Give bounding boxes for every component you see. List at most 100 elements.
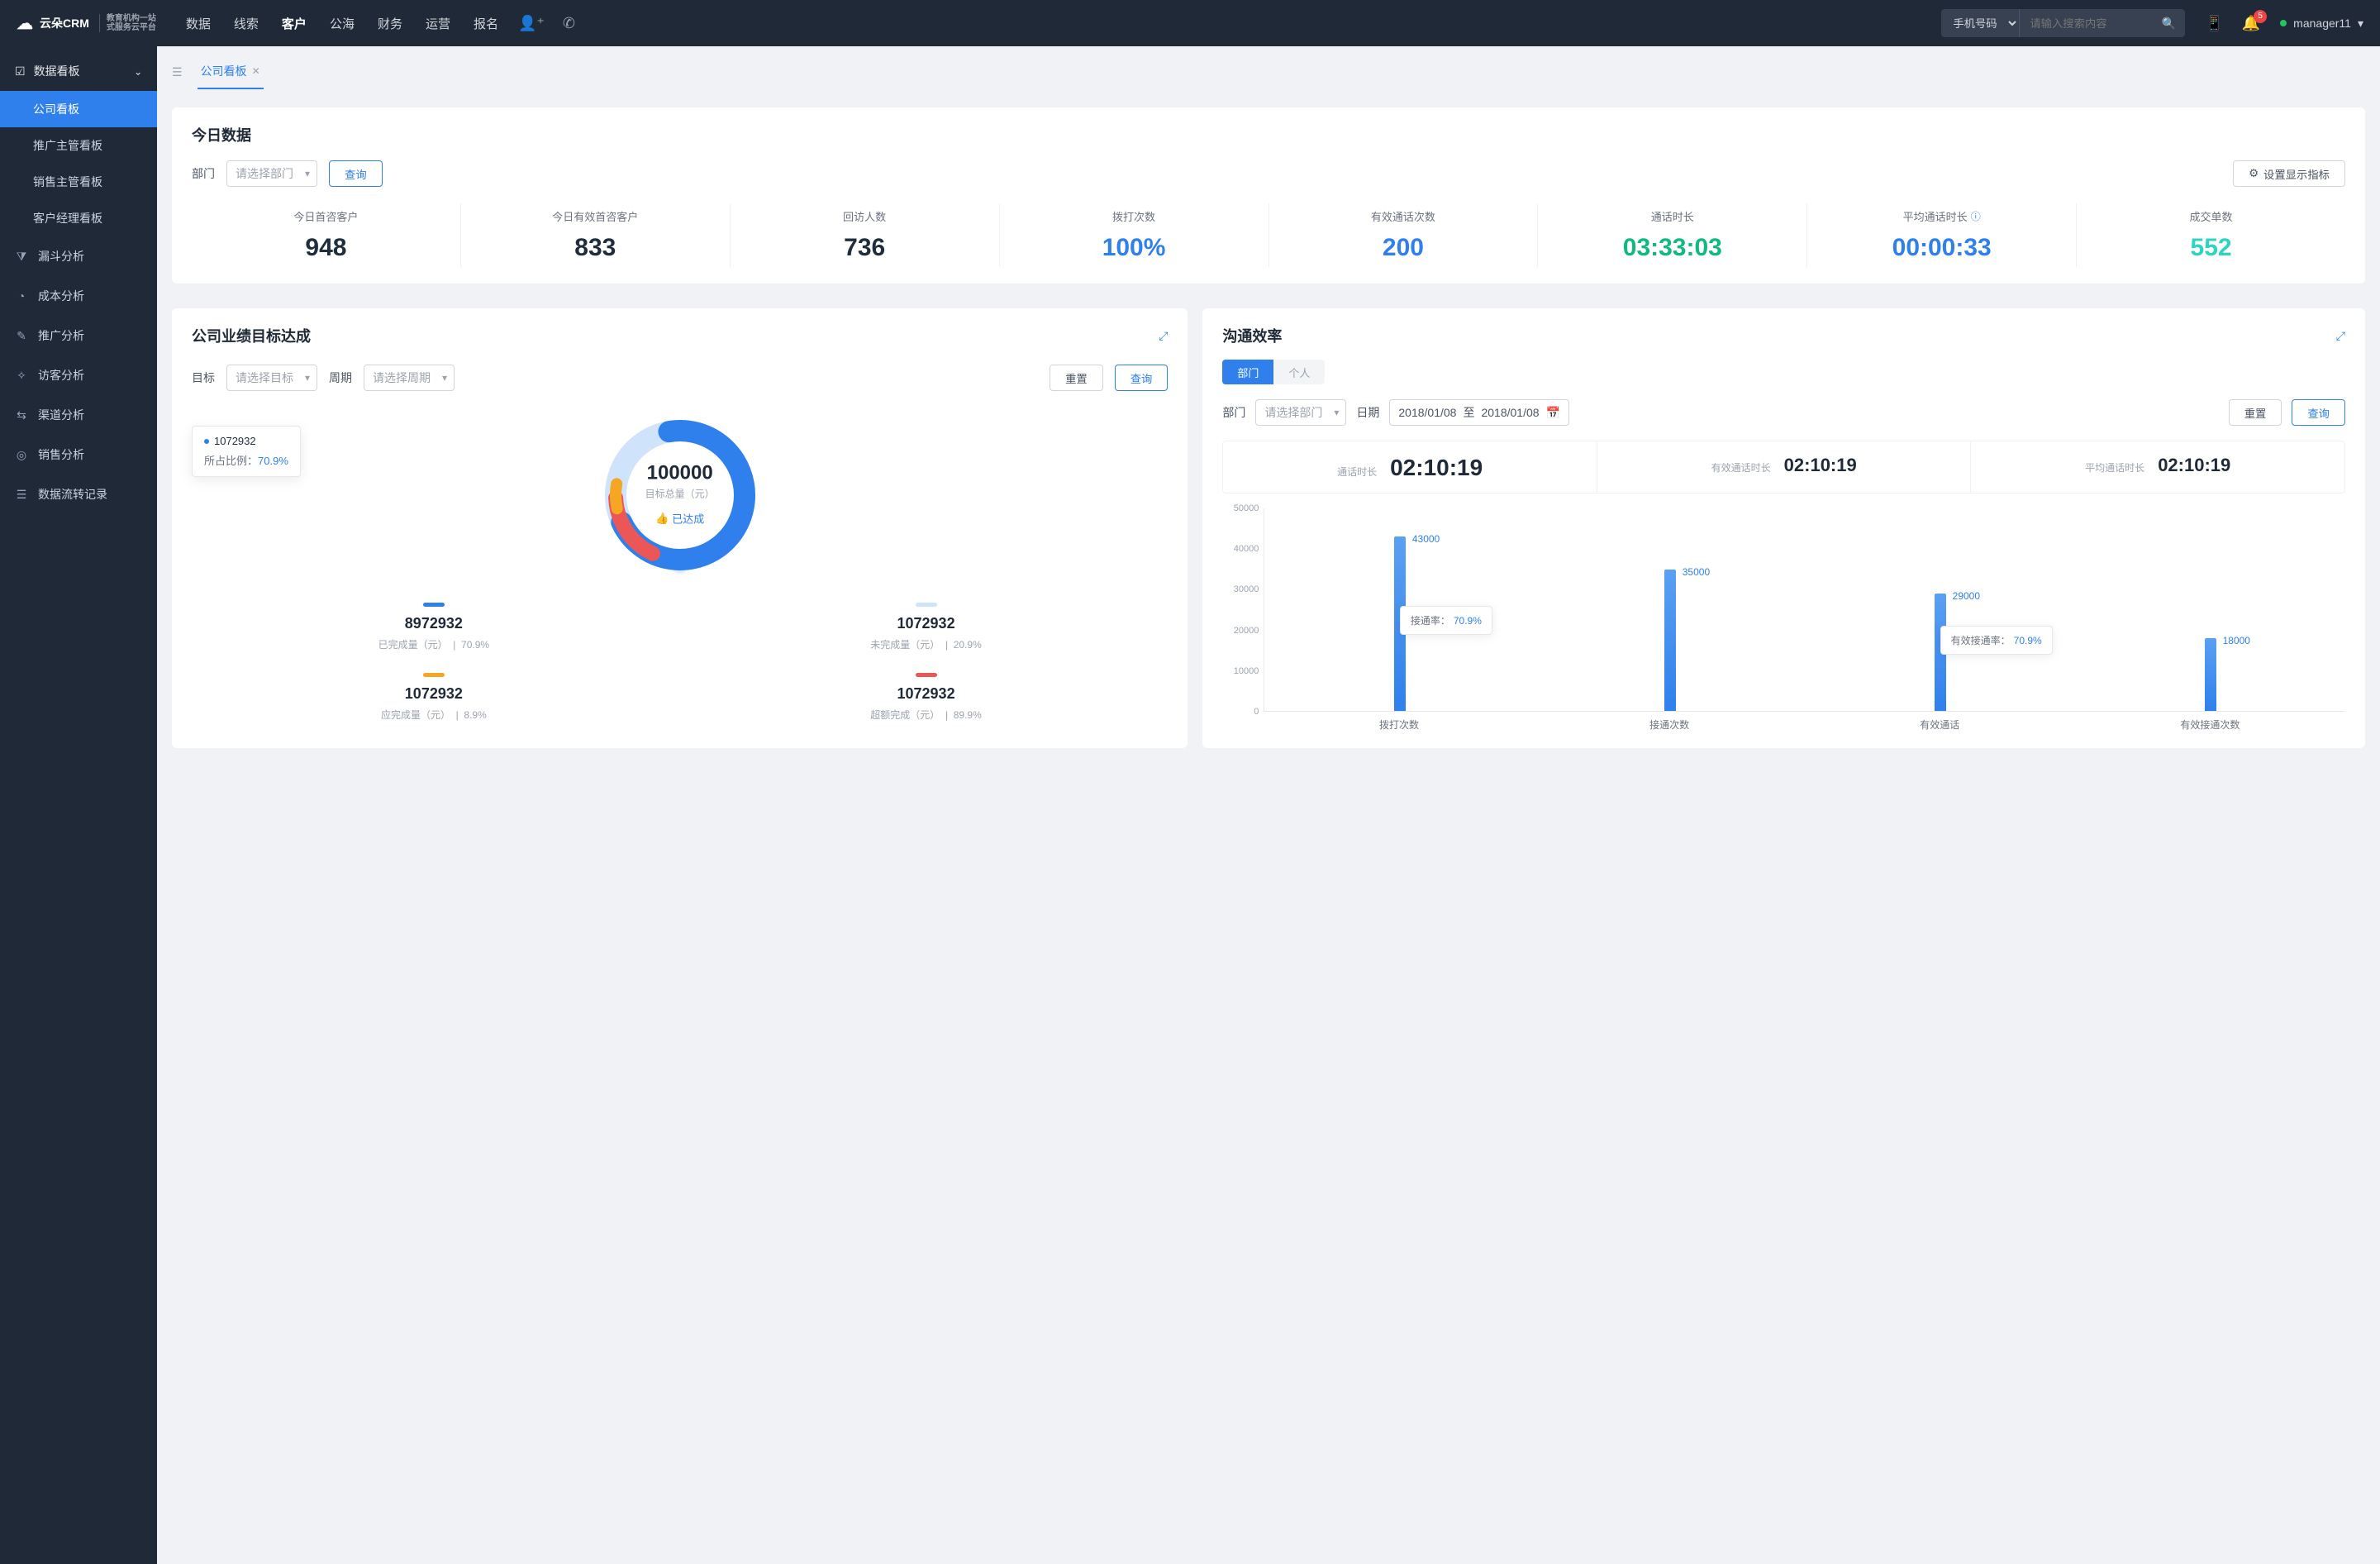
sidebar-item[interactable]: 客户经理看板: [0, 200, 157, 236]
hamburger-icon[interactable]: ☰: [172, 65, 183, 79]
sidebar-link[interactable]: ✧访客分析: [0, 355, 157, 395]
x-label: 有效接通次数: [2075, 718, 2345, 732]
nav-icon: ⧩: [15, 250, 28, 264]
user-menu[interactable]: manager11 ▾: [2280, 17, 2363, 31]
bar-column: 35000: [1535, 508, 1805, 711]
legend-item: 1072932未完成量（元） | 20.9%: [684, 603, 1169, 651]
metric: 平均通话时长ⓘ00:00:33: [1807, 203, 2077, 267]
expand-icon[interactable]: ⤢: [1159, 329, 1168, 343]
query-button[interactable]: 查询: [2292, 399, 2345, 426]
target-select[interactable]: 请选择目标: [226, 365, 317, 391]
dept-select[interactable]: 请选择部门: [226, 160, 317, 187]
sidebar-link[interactable]: ☰数据流转记录: [0, 474, 157, 514]
sidebar-link[interactable]: ◎销售分析: [0, 435, 157, 474]
nav-icon: ⇆: [15, 408, 28, 422]
chart-tooltip: 1072932 所占比例：70.9%: [192, 426, 301, 477]
donut-chart: 1072932 所占比例：70.9% 100000 目标总量（元）: [192, 412, 1168, 578]
today-title: 今日数据: [192, 124, 2345, 145]
bar-chart: 01000020000300004000050000 43000接通率：70.9…: [1222, 508, 2345, 732]
goal-title: 公司业绩目标达成: [192, 325, 311, 346]
nav-item[interactable]: 客户: [282, 12, 307, 36]
settings-metrics-button[interactable]: ⚙ 设置显示指标: [2233, 160, 2345, 187]
kpi: 有效通话时长02:10:19: [1597, 441, 1972, 493]
top-nav: 数据线索客户公海财务运营报名: [186, 12, 498, 36]
sidebar-group-dashboard[interactable]: ☑ 数据看板 ⌃: [0, 51, 157, 91]
nav-icon: ◎: [15, 448, 28, 462]
logo: ☁ 云朵CRM 教育机构一站 式服务云平台: [17, 13, 156, 34]
username: manager11: [2293, 17, 2351, 30]
info-icon[interactable]: ⓘ: [1971, 209, 1981, 223]
tab-company-board[interactable]: 公司看板 ✕: [198, 55, 264, 89]
nav-item[interactable]: 公海: [330, 12, 355, 36]
segment-control: 部门 个人: [1222, 360, 1325, 384]
dept-label: 部门: [1222, 404, 1245, 421]
chevron-up-icon: ⌃: [134, 65, 142, 77]
kpi: 通话时长02:10:19: [1223, 441, 1597, 493]
sidebar-link[interactable]: ◔成本分析: [0, 276, 157, 316]
sidebar-item[interactable]: 推广主管看板: [0, 127, 157, 164]
reset-button[interactable]: 重置: [1050, 365, 1103, 391]
search-box: 手机号码 🔍: [1941, 9, 2185, 37]
bell-icon[interactable]: 🔔5: [2242, 15, 2260, 32]
nav-item[interactable]: 线索: [234, 12, 259, 36]
legend-item: 1072932超额完成（元） | 89.9%: [684, 673, 1169, 722]
query-button[interactable]: 查询: [1115, 365, 1169, 391]
metric: 有效通话次数200: [1269, 203, 1539, 267]
search-type-select[interactable]: 手机号码: [1941, 9, 2020, 37]
query-button[interactable]: 查询: [329, 160, 383, 187]
comm-card: 沟通效率 ⤢ 部门 个人 部门 请选择部门 日期 20: [1202, 308, 2365, 748]
metric: 今日有效首咨客户833: [461, 203, 731, 267]
metric: 成交单数552: [2077, 203, 2345, 267]
close-icon[interactable]: ✕: [252, 65, 260, 77]
search-icon[interactable]: 🔍: [2152, 17, 2185, 31]
chevron-down-icon: ▾: [2358, 17, 2363, 31]
chart-tooltip: 接通率：70.9%: [1400, 606, 1492, 635]
dashboard-icon: ☑: [15, 64, 26, 79]
legend-item: 1072932应完成量（元） | 8.9%: [192, 673, 676, 722]
date-range-picker[interactable]: 2018/01/08 至 2018/01/08 📅: [1389, 399, 1569, 426]
period-select[interactable]: 请选择周期: [364, 365, 455, 391]
x-label: 拨打次数: [1264, 718, 1534, 732]
calendar-icon: 📅: [1546, 406, 1560, 420]
chart-tooltip: 有效接通率：70.9%: [1940, 626, 2053, 655]
metric: 今日首咨客户948: [192, 203, 461, 267]
reset-button[interactable]: 重置: [2229, 399, 2282, 426]
topbar: ☁ 云朵CRM 教育机构一站 式服务云平台 数据线索客户公海财务运营报名 👤⁺ …: [0, 0, 2380, 46]
mobile-icon[interactable]: 📱: [2205, 15, 2223, 32]
nav-icon: ☰: [15, 488, 28, 502]
donut-handle-icon: [673, 555, 688, 570]
tabs-bar: ☰ 公司看板 ✕: [172, 46, 2365, 98]
metric: 回访人数736: [731, 203, 1000, 267]
sidebar-link[interactable]: ⇆渠道分析: [0, 395, 157, 435]
seg-dept[interactable]: 部门: [1222, 360, 1273, 384]
dept-select[interactable]: 请选择部门: [1255, 399, 1346, 426]
add-user-icon[interactable]: 👤⁺: [518, 15, 545, 32]
notif-badge: 5: [2254, 10, 2267, 23]
sidebar-item[interactable]: 公司看板: [0, 91, 157, 127]
sidebar-link[interactable]: ⧩漏斗分析: [0, 236, 157, 276]
phone-icon[interactable]: ✆: [563, 15, 575, 32]
main: ☰ 公司看板 ✕ 今日数据 部门 请选择部门 查询 ⚙ 设置显示指标: [157, 46, 2380, 1564]
bar: 18000: [2205, 638, 2216, 711]
thumb-up-icon: 👍: [655, 512, 669, 525]
logo-icon: ☁: [17, 13, 33, 34]
search-input[interactable]: [2020, 9, 2152, 37]
expand-icon[interactable]: ⤢: [2336, 329, 2345, 343]
sidebar-link[interactable]: ✎推广分析: [0, 316, 157, 355]
nav-item[interactable]: 报名: [474, 12, 498, 36]
group-label: 数据看板: [34, 63, 80, 79]
x-label: 有效通话: [1805, 718, 2075, 732]
metric: 通话时长03:33:03: [1538, 203, 1807, 267]
seg-personal[interactable]: 个人: [1273, 360, 1325, 384]
dept-label: 部门: [192, 165, 215, 182]
comm-title: 沟通效率: [1222, 325, 1282, 346]
tab-label: 公司看板: [201, 63, 247, 79]
today-card: 今日数据 部门 请选择部门 查询 ⚙ 设置显示指标 今日首咨客户948今日有效首…: [172, 107, 2365, 284]
nav-icon: ◔: [15, 289, 28, 303]
sidebar-item[interactable]: 销售主管看板: [0, 164, 157, 200]
sidebar: ☑ 数据看板 ⌃ 公司看板推广主管看板销售主管看板客户经理看板 ⧩漏斗分析◔成本…: [0, 46, 157, 1564]
bar-column: 43000接通率：70.9%: [1264, 508, 1535, 711]
nav-item[interactable]: 运营: [426, 12, 450, 36]
nav-item[interactable]: 数据: [186, 12, 211, 36]
nav-item[interactable]: 财务: [378, 12, 402, 36]
